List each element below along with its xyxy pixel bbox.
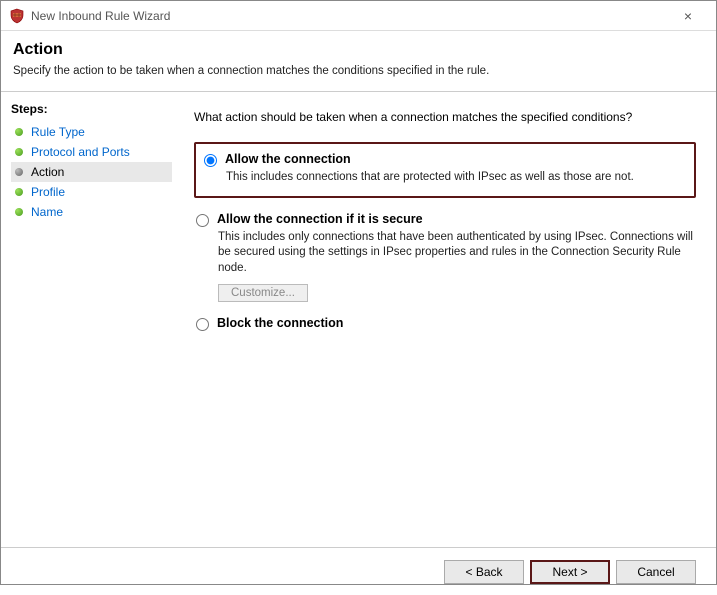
firewall-icon xyxy=(9,8,25,24)
cancel-button[interactable]: Cancel xyxy=(616,560,696,584)
window-title: New Inbound Rule Wizard xyxy=(31,9,668,23)
radio-allow-if-secure[interactable]: Allow the connection if it is secure xyxy=(194,212,696,227)
radio-block-connection[interactable]: Block the connection xyxy=(194,316,696,331)
option-description: This includes connections that are prote… xyxy=(226,170,688,186)
step-name[interactable]: Name xyxy=(11,202,172,222)
page-subtitle: Specify the action to be taken when a co… xyxy=(13,65,704,77)
step-protocol-and-ports[interactable]: Protocol and Ports xyxy=(11,142,172,162)
back-button[interactable]: < Back xyxy=(444,560,524,584)
option-allow-if-secure: Allow the connection if it is secure Thi… xyxy=(194,212,696,303)
step-rule-type[interactable]: Rule Type xyxy=(11,122,172,142)
window-titlebar: New Inbound Rule Wizard × xyxy=(1,1,716,31)
step-label: Profile xyxy=(31,185,65,199)
step-label: Action xyxy=(31,165,64,179)
wizard-content: What action should be taken when a conne… xyxy=(176,92,716,547)
radio-input-allow-secure[interactable] xyxy=(196,214,209,227)
option-label: Block the connection xyxy=(217,316,343,330)
bullet-icon xyxy=(15,168,23,176)
radio-input-allow[interactable] xyxy=(204,154,217,167)
wizard-body: Steps: Rule Type Protocol and Ports Acti… xyxy=(1,92,716,547)
option-description: This includes only connections that have… xyxy=(218,230,696,277)
option-block-connection: Block the connection xyxy=(194,316,696,331)
option-allow-connection: Allow the connection This includes conne… xyxy=(194,142,696,198)
option-label: Allow the connection if it is secure xyxy=(217,212,423,226)
step-profile[interactable]: Profile xyxy=(11,182,172,202)
next-button[interactable]: Next > xyxy=(530,560,610,584)
bullet-icon xyxy=(15,208,23,216)
steps-sidebar: Steps: Rule Type Protocol and Ports Acti… xyxy=(1,92,176,547)
wizard-header: Action Specify the action to be taken wh… xyxy=(1,31,716,83)
steps-heading: Steps: xyxy=(11,102,172,116)
page-title: Action xyxy=(13,41,704,59)
bullet-icon xyxy=(15,188,23,196)
step-action[interactable]: Action xyxy=(11,162,172,182)
customize-button: Customize... xyxy=(218,284,308,302)
bullet-icon xyxy=(15,128,23,136)
wizard-footer: < Back Next > Cancel xyxy=(1,547,716,595)
radio-input-block[interactable] xyxy=(196,318,209,331)
step-label: Rule Type xyxy=(31,125,85,139)
action-prompt: What action should be taken when a conne… xyxy=(194,110,696,124)
radio-allow-connection[interactable]: Allow the connection xyxy=(202,152,688,167)
step-label: Protocol and Ports xyxy=(31,145,130,159)
step-label: Name xyxy=(31,205,63,219)
close-button[interactable]: × xyxy=(668,8,708,24)
bullet-icon xyxy=(15,148,23,156)
option-label: Allow the connection xyxy=(225,152,351,166)
